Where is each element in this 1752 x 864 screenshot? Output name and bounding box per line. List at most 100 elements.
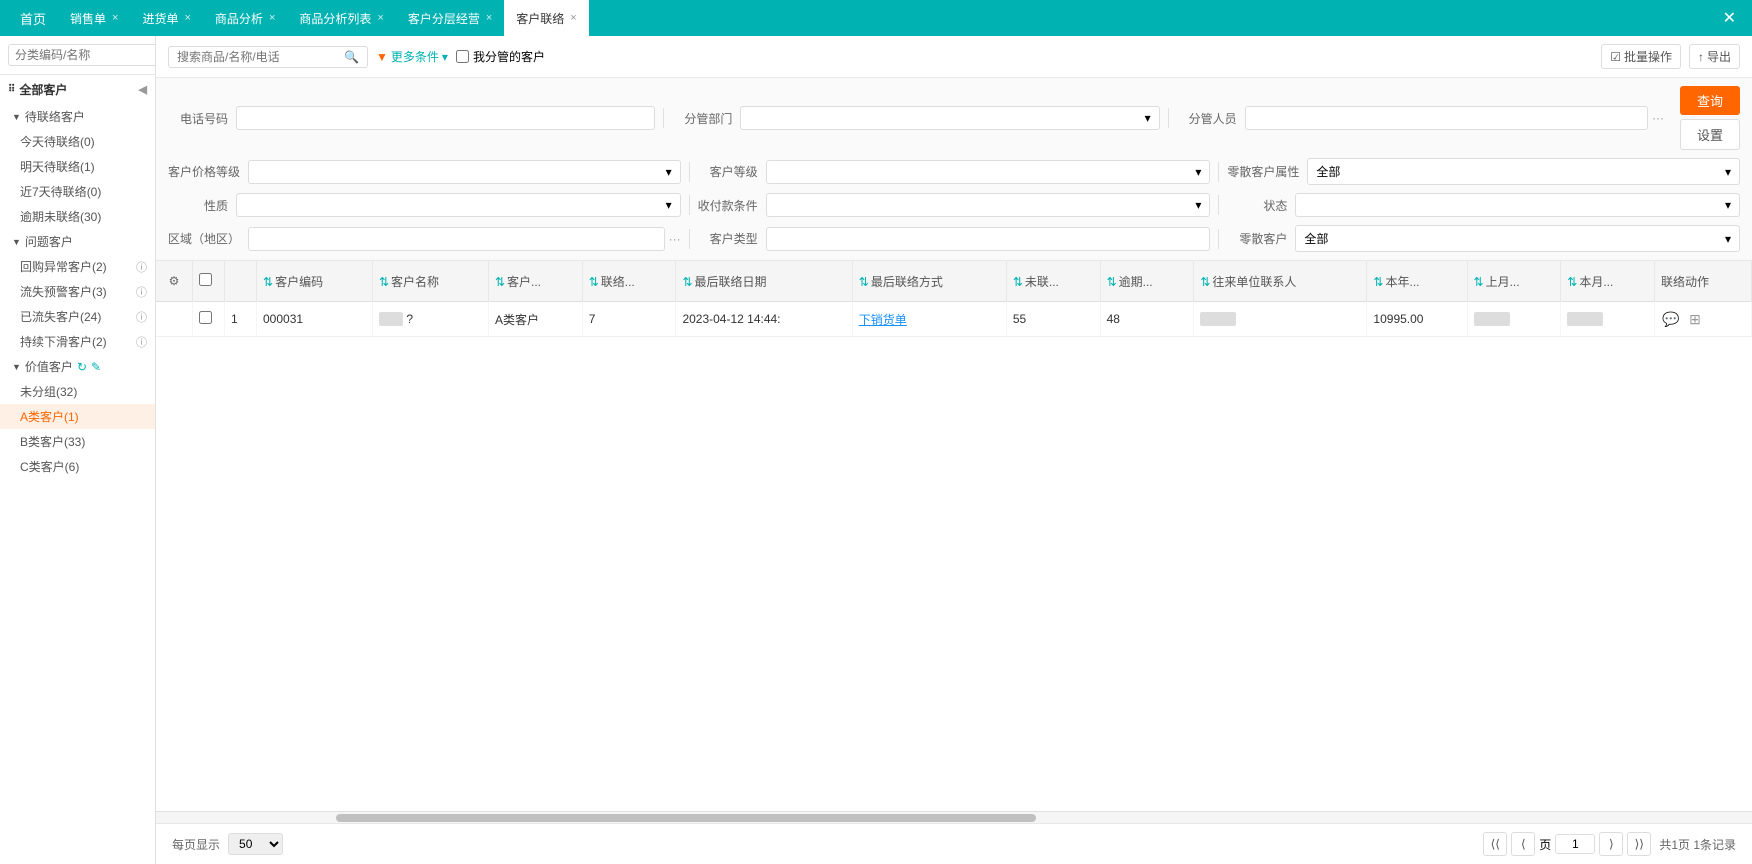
prev-page-btn[interactable]: ⟨ [1511,832,1535,856]
sidebar-search-input[interactable] [8,44,156,66]
main-search-box[interactable]: 🔍 [168,46,368,68]
horizontal-scrollbar[interactable] [156,811,1752,823]
cell-last-date: 2023-04-12 14:44: [676,302,852,337]
col-last-method[interactable]: ⇅最后联络方式 [852,261,1006,302]
manager-dots-btn[interactable]: ··· [1652,111,1664,125]
sidebar-item-overdue-contact[interactable]: 逾期未联络 (30) [0,204,155,229]
qr-icon[interactable]: ⊞ [1685,309,1705,329]
batch-op-button[interactable]: ☑ 批量操作 [1601,44,1681,69]
last-page-btn[interactable]: ⟩⟩ [1627,832,1651,856]
col-contact[interactable]: ⇅联络... [582,261,676,302]
tab-customer-tier[interactable]: 客户分层经营 × [396,0,504,36]
col-name[interactable]: ⇅客户名称 [372,261,488,302]
input-phone[interactable] [236,106,655,130]
col-type[interactable]: ⇅客户... [488,261,582,302]
sidebar-group-value[interactable]: ▼ 价值客户 ↻ ✎ [0,354,155,379]
select-customer-level[interactable]: ▾ [766,160,1211,184]
gear-icon[interactable]: ⚙ [162,269,186,293]
tab-sales-order[interactable]: 销售单 × [58,0,130,36]
first-page-btn[interactable]: ⟨⟨ [1483,832,1507,856]
sort-year-icon: ⇅ [1373,275,1383,289]
select-payment[interactable]: ▾ [766,193,1211,217]
col-checkbox[interactable] [193,261,225,302]
chevron-scatter2-icon: ▾ [1725,232,1731,246]
sidebar-item-class-b[interactable]: B类客户 (33) [0,429,155,454]
edit-icon-value[interactable]: ✎ [91,360,101,374]
input-region[interactable] [248,227,665,251]
select-dept[interactable]: ▾ [740,106,1159,130]
sidebar-item-today-contact[interactable]: 今天待联络 (0) [0,129,155,154]
close-tab-product-analysis-list[interactable]: × [377,12,383,24]
filter-field-customer-type: 客户类型 [698,227,1211,251]
col-overdue[interactable]: ⇅逾期... [1100,261,1194,302]
col-gear[interactable]: ⚙ [156,261,193,302]
col-unit-contact[interactable]: ⇅往来单位联系人 [1194,261,1367,302]
main-search-icon[interactable]: 🔍 [344,50,359,64]
input-customer-type[interactable] [766,227,1211,251]
cell-type: A类客户 [488,302,582,337]
page-input[interactable] [1555,834,1595,854]
select-all-checkbox[interactable] [199,273,212,286]
select-scatter-attr[interactable]: 全部 ▾ [1307,158,1740,185]
sidebar-item-declining[interactable]: 持续下滑客户 (2) ⓘ [0,329,155,354]
col-this-month[interactable]: ⇅本月... [1561,261,1655,302]
tab-product-analysis-list[interactable]: 商品分析列表 × [287,0,395,36]
cell-gear [156,302,193,337]
col-code[interactable]: ⇅客户编码 [257,261,373,302]
tab-customer-contact[interactable]: 客户联络 × [504,0,588,36]
sidebar-all-customers[interactable]: ⠿ 全部客户 ◀ [0,75,155,104]
col-no-contact[interactable]: ⇅未联... [1006,261,1100,302]
select-nature[interactable]: ▾ [236,193,681,217]
tab-purchase-order[interactable]: 进货单 × [130,0,202,36]
sidebar-item-week-contact[interactable]: 近7天待联络 (0) [0,179,155,204]
row-checkbox[interactable] [199,311,212,324]
setting-button[interactable]: 设置 [1680,119,1740,150]
filter-row-2: 客户价格等级 ▾ 客户等级 ▾ 零散客户属性 [168,158,1740,185]
filter-row-1: 电话号码 分管部门 ▾ 分管人员 ··· [168,86,1740,150]
col-last-date[interactable]: ⇅最后联络日期 [676,261,852,302]
sidebar-group-problems[interactable]: ▼ 问题客户 [0,229,155,254]
per-page-select[interactable]: 50 20 100 [228,833,283,855]
tab-product-analysis[interactable]: 商品分析 × [203,0,287,36]
close-tab-product-analysis[interactable]: × [269,12,275,24]
export-button[interactable]: ↑ 导出 [1689,44,1740,69]
chevron-nature-icon: ▾ [666,198,672,212]
nav-home[interactable]: 首页 [8,9,58,28]
cell-checkbox[interactable] [193,302,225,337]
col-this-year[interactable]: ⇅本年... [1367,261,1467,302]
more-filters-btn[interactable]: ▼ 更多条件 ▾ [376,48,448,65]
sidebar-search-area: 🔍 [0,36,155,75]
main-search-input[interactable] [177,50,344,64]
col-last-month[interactable]: ⇅上月... [1467,261,1561,302]
sidebar-item-unclassified[interactable]: 未分组 (32) [0,379,155,404]
sidebar-item-tomorrow-contact[interactable]: 明天待联络 (1) [0,154,155,179]
close-tab-sales-order[interactable]: × [112,12,118,24]
scrollbar-thumb[interactable] [336,814,1036,822]
select-price-level[interactable]: ▾ [248,160,681,184]
cell-this-year: 10995.00 [1367,302,1467,337]
refresh-icon-value[interactable]: ↻ [77,360,87,374]
region-dots-btn[interactable]: ··· [669,232,681,246]
close-tab-customer-contact[interactable]: × [570,12,576,24]
sidebar-group-pending[interactable]: ▼ 待联络客户 [0,104,155,129]
chat-icon[interactable]: 💬 [1661,309,1681,329]
sidebar-item-churn-warning[interactable]: 流失预警客户 (3) ⓘ [0,279,155,304]
close-tab-purchase-order[interactable]: × [184,12,190,24]
my-customers-check[interactable] [456,50,469,63]
select-status[interactable]: ▾ [1295,193,1740,217]
close-tab-customer-tier[interactable]: × [486,12,492,24]
cell-last-method[interactable]: 下销货单 [852,302,1006,337]
query-button[interactable]: 查询 [1680,86,1740,115]
sidebar-item-class-c[interactable]: C类客户 (6) [0,454,155,479]
next-page-btn[interactable]: ⟩ [1599,832,1623,856]
sidebar-item-repurchase-abnormal[interactable]: 回购异常客户 (2) ⓘ [0,254,155,279]
expand-icon-pending: ▼ [12,112,21,122]
my-customers-checkbox[interactable]: 我分管的客户 [456,48,545,65]
input-manager[interactable] [1245,106,1648,130]
window-close-button[interactable]: ✕ [1715,8,1744,28]
sidebar-item-churned[interactable]: 已流失客户 (24) ⓘ [0,304,155,329]
select-scatter[interactable]: 全部 ▾ [1295,225,1740,252]
sort-type-icon: ⇅ [495,275,505,289]
last-method-link[interactable]: 下销货单 [859,313,907,327]
sidebar-item-class-a[interactable]: A类客户 (1) [0,404,155,429]
